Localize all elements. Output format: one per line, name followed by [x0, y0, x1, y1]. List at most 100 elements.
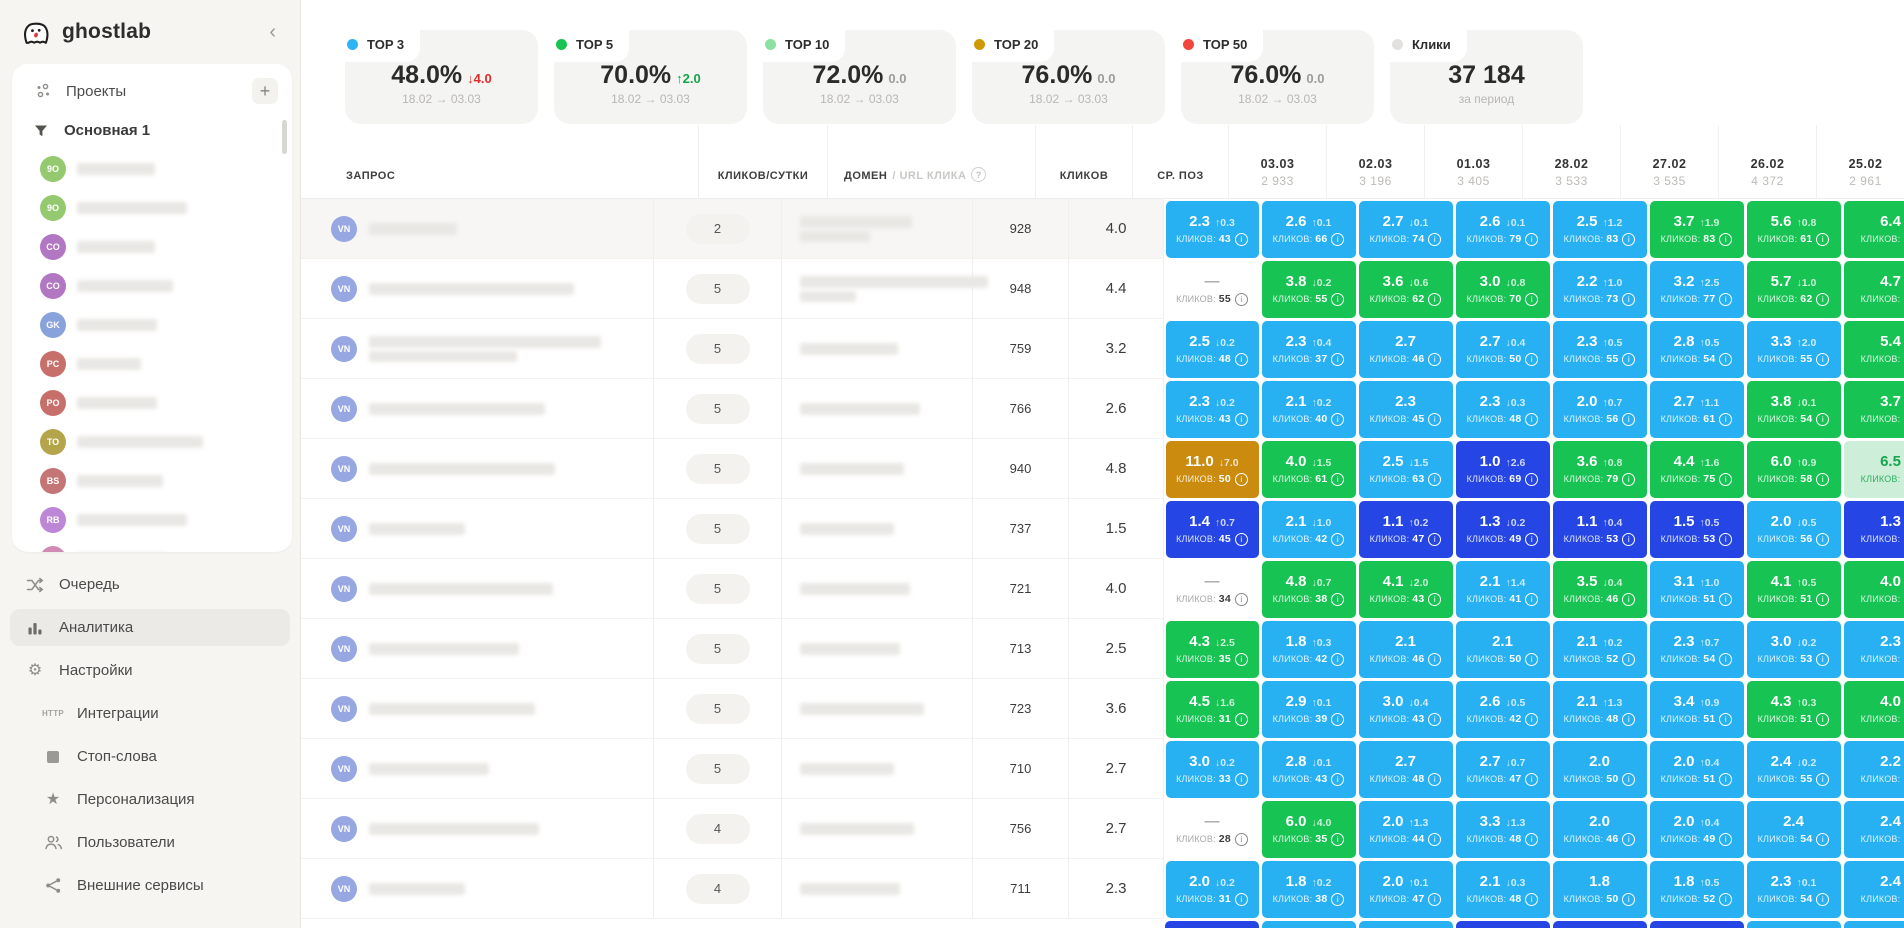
- info-icon[interactable]: i: [1719, 472, 1733, 486]
- position-cell[interactable]: 2.3 ↑0.3 КЛИКОВ: 43 i: [1165, 200, 1259, 258]
- position-cell[interactable]: 6.4 КЛИКОВ:i: [1843, 200, 1904, 258]
- project-list-item[interactable]: 9O: [12, 149, 292, 188]
- info-icon[interactable]: i: [1816, 352, 1830, 366]
- position-cell[interactable]: 1.3 ↓0.2 КЛИКОВ: 49 i: [1455, 500, 1550, 558]
- info-icon[interactable]: i: [1428, 832, 1442, 846]
- query-cell[interactable]: VN: [301, 499, 653, 559]
- project-list-item[interactable]: RB: [12, 500, 292, 539]
- position-cell[interactable]: 1.8 КЛИКОВ: 50 i: [1552, 860, 1647, 918]
- position-cell[interactable]: 2.1 ↑1.3 КЛИКОВ: 48 i: [1552, 680, 1647, 738]
- info-icon[interactable]: i: [1816, 772, 1830, 786]
- position-cell[interactable]: 4.7 КЛИКОВ:i: [1843, 260, 1904, 318]
- sidebar-item-http[interactable]: HTTP Интеграции: [10, 695, 290, 732]
- clicks-per-day-badge[interactable]: 4: [685, 813, 750, 844]
- info-icon[interactable]: i: [1331, 352, 1345, 366]
- query-cell[interactable]: VN: [301, 379, 653, 439]
- position-cell[interactable]: — КЛИКОВ: 34 i: [1165, 560, 1259, 618]
- position-cell[interactable]: 4.0 КЛИКОВ:i: [1843, 560, 1904, 618]
- position-cell[interactable]: 2.8 ↓0.1 КЛИКОВ: 43 i: [1261, 740, 1356, 798]
- query-cell[interactable]: VN: [301, 439, 653, 499]
- position-cell[interactable]: 2.1 ↑1.4 КЛИКОВ: 41 i: [1455, 560, 1550, 618]
- header-avg-pos[interactable]: СР. ПОЗ: [1132, 125, 1228, 198]
- info-icon[interactable]: i: [1234, 652, 1248, 666]
- info-icon[interactable]: i: [1622, 892, 1636, 906]
- info-icon[interactable]: i: [1525, 412, 1539, 426]
- project-list-item[interactable]: CO: [12, 266, 292, 305]
- header-clicks[interactable]: КЛИКОВ: [1035, 125, 1132, 198]
- position-cell[interactable]: 1.8 ↑0.3 КЛИКОВ: 42 i: [1261, 620, 1356, 678]
- collapse-sidebar-icon[interactable]: ‹: [265, 22, 280, 42]
- header-query[interactable]: ЗАПРОС: [301, 125, 698, 198]
- position-cell[interactable]: 2.7 КЛИКОВ: 46 i: [1358, 320, 1453, 378]
- info-icon[interactable]: i: [1622, 472, 1636, 486]
- info-icon[interactable]: i: [1428, 292, 1442, 306]
- info-icon[interactable]: i: [1525, 892, 1539, 906]
- project-list-item[interactable]: TO: [12, 422, 292, 461]
- position-cell[interactable]: 2.4 ↓0.2 КЛИКОВ: 55 i: [1746, 740, 1841, 798]
- position-cell[interactable]: 1.4 ↑0.7 КЛИКОВ: 45 i: [1165, 500, 1259, 558]
- info-icon[interactable]: i: [1816, 892, 1830, 906]
- domain-cell[interactable]: [781, 619, 972, 679]
- stat-card[interactable]: TOP 50 76.0% 0.0 18.02 → 03.03: [1181, 30, 1374, 124]
- info-icon[interactable]: i: [1428, 232, 1442, 246]
- info-icon[interactable]: i: [1525, 472, 1539, 486]
- position-cell[interactable]: 2.2 ↑1.0 КЛИКОВ: 73 i: [1552, 260, 1647, 318]
- domain-cell[interactable]: [781, 739, 972, 799]
- position-cell[interactable]: 3.7 КЛИКОВ:i: [1843, 380, 1904, 438]
- position-cell[interactable]: 1.0 ↑2.6 КЛИКОВ: 69 i: [1455, 440, 1550, 498]
- info-icon[interactable]: i: [1816, 232, 1830, 246]
- info-icon[interactable]: i: [1525, 652, 1539, 666]
- info-icon[interactable]: i: [1719, 832, 1733, 846]
- info-icon[interactable]: i: [1525, 772, 1539, 786]
- query-cell[interactable]: VN: [301, 859, 653, 919]
- position-cell[interactable]: 3.3 ↓1.3 КЛИКОВ: 48 i: [1455, 800, 1550, 858]
- position-cell[interactable]: 5.4 КЛИКОВ:i: [1843, 320, 1904, 378]
- info-icon[interactable]: i: [1719, 892, 1733, 906]
- sidebar-item-stopwords[interactable]: Стоп-слова: [10, 738, 290, 775]
- domain-cell[interactable]: [781, 259, 988, 319]
- position-cell[interactable]: 3.3 ↑2.0 КЛИКОВ: 55 i: [1746, 320, 1841, 378]
- position-cell[interactable]: 2.0 КЛИКОВ: 50 i: [1552, 740, 1647, 798]
- position-cell[interactable]: 2.3 КЛИКОВ: 45 i: [1358, 380, 1453, 438]
- info-icon[interactable]: i: [1234, 292, 1248, 306]
- domain-cell[interactable]: [781, 439, 972, 499]
- position-cell[interactable]: 3.0 ↓0.2 КЛИКОВ: 53 i: [1746, 620, 1841, 678]
- position-cell[interactable]: 2.7 КЛИКОВ: 48 i: [1358, 740, 1453, 798]
- position-cell[interactable]: 2.1 КЛИКОВ: 46 i: [1358, 620, 1453, 678]
- position-cell[interactable]: 2.4 КЛИКОВ:i: [1843, 800, 1904, 858]
- info-icon[interactable]: i: [1525, 232, 1539, 246]
- info-icon[interactable]: i: [1428, 472, 1442, 486]
- info-icon[interactable]: i: [1816, 532, 1830, 546]
- position-cell[interactable]: 2.0 ↑0.4 КЛИКОВ: 49 i: [1649, 800, 1744, 858]
- position-cell[interactable]: 2.0 ↑0.7 КЛИКОВ: 56 i: [1552, 380, 1647, 438]
- position-cell[interactable]: 3.1 ↑1.0 КЛИКОВ: 51 i: [1649, 560, 1744, 618]
- sidebar-item-queue[interactable]: Очередь: [10, 566, 290, 603]
- info-icon[interactable]: i: [1622, 352, 1636, 366]
- info-icon[interactable]: i: [1525, 832, 1539, 846]
- info-icon[interactable]: i: [1622, 292, 1636, 306]
- info-icon[interactable]: i: [1331, 772, 1345, 786]
- info-icon[interactable]: i: [1428, 532, 1442, 546]
- info-icon[interactable]: i: [1816, 832, 1830, 846]
- position-cell[interactable]: 2.0 КЛИКОВ: 46 i: [1552, 800, 1647, 858]
- position-cell[interactable]: 3.6 ↓0.6 КЛИКОВ: 62 i: [1358, 260, 1453, 318]
- query-cell[interactable]: VN: [301, 799, 653, 859]
- position-cell[interactable]: 1.1 ↑0.2 КЛИКОВ: 47 i: [1358, 500, 1453, 558]
- clicks-per-day-badge[interactable]: 5: [685, 333, 750, 364]
- clicks-per-day-badge[interactable]: 5: [685, 453, 750, 484]
- position-cell[interactable]: 2.1 ↑0.2 КЛИКОВ: 40 i: [1261, 380, 1356, 438]
- position-cell[interactable]: 2.6 ↓0.1 КЛИКОВ: 79 i: [1455, 200, 1550, 258]
- info-icon[interactable]: i: [1331, 472, 1345, 486]
- info-icon[interactable]: i: [1622, 592, 1636, 606]
- position-cell[interactable]: 4.5 ↓1.6 КЛИКОВ: 31 i: [1165, 680, 1259, 738]
- position-cell[interactable]: 2.0 ↓0.5 КЛИКОВ: 56 i: [1746, 500, 1841, 558]
- project-list-item[interactable]: BS: [12, 461, 292, 500]
- position-cell[interactable]: 2.4 КЛИКОВ: 54 i: [1746, 800, 1841, 858]
- info-icon[interactable]: i: [1525, 532, 1539, 546]
- position-cell[interactable]: 2.7 ↓0.1 КЛИКОВ: 74 i: [1358, 200, 1453, 258]
- position-cell[interactable]: 2.4 КЛИКОВ:i: [1843, 860, 1904, 918]
- query-cell[interactable]: VN: [301, 739, 653, 799]
- position-cell[interactable]: 1.8 ↑0.5 КЛИКОВ: 52 i: [1649, 860, 1744, 918]
- position-cell[interactable]: 4.3 ↑0.3 КЛИКОВ: 51 i: [1746, 680, 1841, 738]
- position-cell[interactable]: 4.0 ↓1.5 КЛИКОВ: 61 i: [1261, 440, 1356, 498]
